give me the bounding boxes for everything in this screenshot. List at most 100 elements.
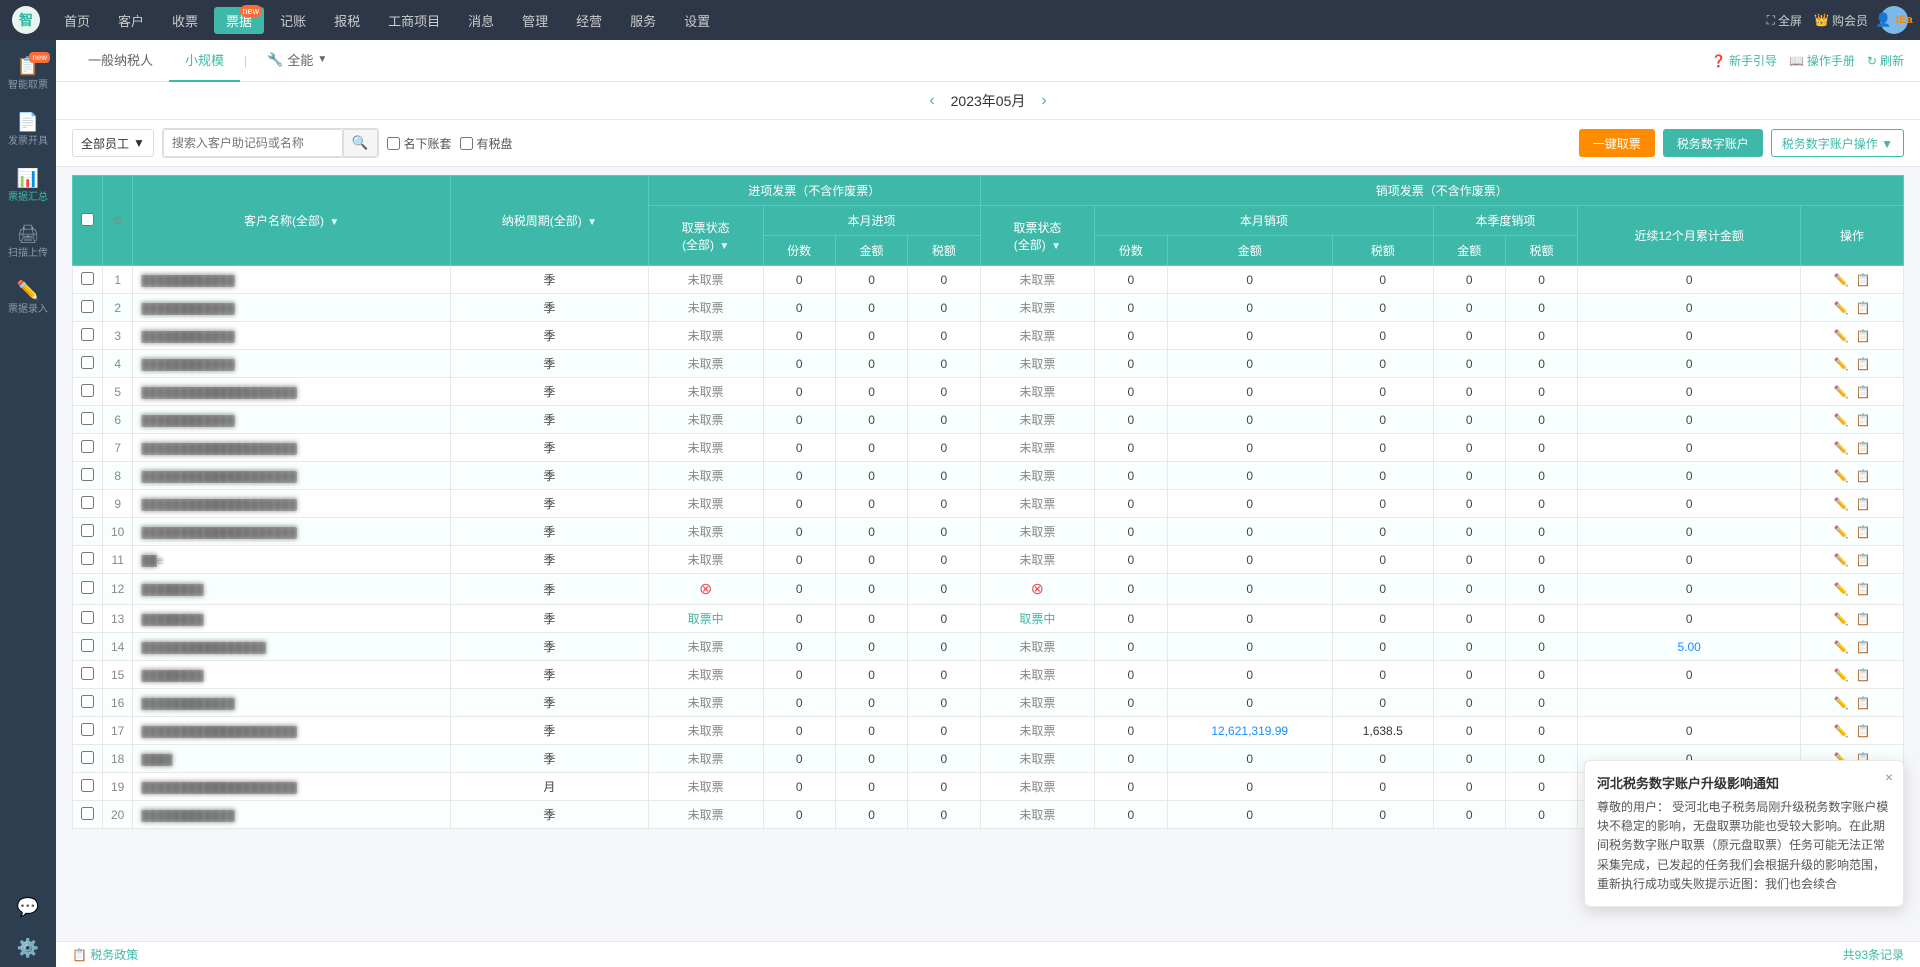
copy-btn[interactable]: 📋 [1856,525,1871,539]
nav-message[interactable]: 消息 [456,7,506,34]
copy-btn[interactable]: 📋 [1856,553,1871,567]
edit-btn[interactable]: ✏️ [1833,469,1848,483]
sidebar-item-invoice-open[interactable]: 📄 发票开具 [0,104,56,156]
nav-bookkeeping[interactable]: 记账 [268,7,318,34]
edit-btn[interactable]: ✏️ [1833,357,1848,371]
select-all-checkbox[interactable] [81,213,94,226]
prev-month-btn[interactable]: ‹ [925,92,938,110]
manual-btn[interactable]: 📖 操作手册 [1789,52,1855,69]
row-select-checkbox[interactable] [81,412,94,425]
row-checkbox[interactable] [73,801,103,829]
edit-btn[interactable]: ✏️ [1833,441,1848,455]
fullscreen-btn[interactable]: ⛶ 全屏 [1767,12,1802,29]
filter-icon[interactable]: ▼ [1051,241,1061,252]
row-select-checkbox[interactable] [81,440,94,453]
edit-btn[interactable]: ✏️ [1833,413,1848,427]
row-select-checkbox[interactable] [81,581,94,594]
search-input[interactable] [163,129,343,157]
copy-btn[interactable]: 📋 [1856,301,1871,315]
row-checkbox[interactable] [73,689,103,717]
row-checkbox[interactable] [73,378,103,406]
sidebar-item-invoice-entry[interactable]: ✏️ 票据录入 [0,272,56,324]
row-checkbox[interactable] [73,462,103,490]
edit-btn[interactable]: ✏️ [1833,273,1848,287]
row-checkbox[interactable] [73,605,103,633]
filter-icon[interactable]: ▼ [719,241,729,252]
copy-btn[interactable]: 📋 [1856,640,1871,654]
filter-icon[interactable]: ▼ [587,217,597,228]
nav-invoice[interactable]: 票据 new [214,7,264,34]
edit-btn[interactable]: ✏️ [1833,668,1848,682]
edit-btn[interactable]: ✏️ [1833,525,1848,539]
row-select-checkbox[interactable] [81,496,94,509]
edit-btn[interactable]: ✏️ [1833,724,1848,738]
row-checkbox[interactable] [73,490,103,518]
next-month-btn[interactable]: › [1037,92,1050,110]
row-select-checkbox[interactable] [81,639,94,652]
one-click-ticket-btn[interactable]: 一键取票 [1579,129,1655,157]
edit-btn[interactable]: ✏️ [1833,553,1848,567]
row-checkbox[interactable] [73,322,103,350]
row-checkbox[interactable] [73,350,103,378]
sidebar-item-settings[interactable]: ⚙️ [0,930,56,967]
row-select-checkbox[interactable] [81,384,94,397]
copy-btn[interactable]: 📋 [1856,668,1871,682]
employee-select[interactable]: 全部员工 ▼ [72,129,154,157]
edit-btn[interactable]: ✏️ [1833,301,1848,315]
nav-tax[interactable]: 报税 [322,7,372,34]
row-checkbox[interactable] [73,518,103,546]
nav-operation[interactable]: 经营 [564,7,614,34]
copy-btn[interactable]: 📋 [1856,497,1871,511]
copy-btn[interactable]: 📋 [1856,582,1871,596]
copy-btn[interactable]: 📋 [1856,612,1871,626]
tab-small-scale[interactable]: 小规模 [169,40,240,82]
copy-btn[interactable]: 📋 [1856,273,1871,287]
copy-btn[interactable]: 📋 [1856,329,1871,343]
copy-btn[interactable]: 📋 [1856,724,1871,738]
row-select-checkbox[interactable] [81,552,94,565]
row-select-checkbox[interactable] [81,272,94,285]
row-select-checkbox[interactable] [81,468,94,481]
copy-btn[interactable]: 📋 [1856,413,1871,427]
copy-btn[interactable]: 📋 [1856,441,1871,455]
row-checkbox[interactable] [73,294,103,322]
row-select-checkbox[interactable] [81,667,94,680]
row-checkbox[interactable] [73,717,103,745]
row-select-checkbox[interactable] [81,751,94,764]
gear-icon[interactable]: ⚙ [112,214,123,228]
row-select-checkbox[interactable] [81,807,94,820]
edit-btn[interactable]: ✏️ [1833,385,1848,399]
row-select-checkbox[interactable] [81,779,94,792]
row-checkbox[interactable] [73,633,103,661]
row-select-checkbox[interactable] [81,695,94,708]
refresh-btn[interactable]: ↻ 刷新 [1867,52,1904,69]
row-select-checkbox[interactable] [81,328,94,341]
tax-disk-checkbox[interactable] [460,137,473,150]
copy-btn[interactable]: 📋 [1856,385,1871,399]
new-guide-btn[interactable]: ❓ 新手引导 [1711,52,1777,69]
tab-general-taxpayer[interactable]: 一般纳税人 [72,40,169,82]
row-select-checkbox[interactable] [81,356,94,369]
tax-digital-ops-btn[interactable]: 税务数字账户操作 ▼ [1771,129,1904,157]
row-checkbox[interactable] [73,546,103,574]
row-checkbox[interactable] [73,434,103,462]
edit-btn[interactable]: ✏️ [1833,696,1848,710]
row-checkbox[interactable] [73,266,103,294]
row-checkbox[interactable] [73,406,103,434]
tax-digital-account-btn[interactable]: 税务数字账户 [1663,129,1763,157]
row-checkbox[interactable] [73,661,103,689]
user-avatar[interactable]: 👤 tEa [1880,6,1908,34]
sidebar-item-scan-upload[interactable]: 🖨 扫描上传 [0,216,56,268]
edit-btn[interactable]: ✏️ [1833,612,1848,626]
row-select-checkbox[interactable] [81,300,94,313]
nav-customer[interactable]: 客户 [106,7,156,34]
row-checkbox[interactable] [73,773,103,801]
tab-all-round[interactable]: 🔧 全能 ▼ [251,40,343,82]
sidebar-item-message[interactable]: 💬 [0,889,56,926]
copy-btn[interactable]: 📋 [1856,357,1871,371]
nav-settings[interactable]: 设置 [672,7,722,34]
tax-disk-filter[interactable]: 有税盘 [460,135,513,152]
copy-btn[interactable]: 📋 [1856,469,1871,483]
sidebar-item-smart-ticket[interactable]: 📋 智能取票 new [0,48,56,100]
member-btn[interactable]: 👑 购会员 [1814,12,1868,29]
